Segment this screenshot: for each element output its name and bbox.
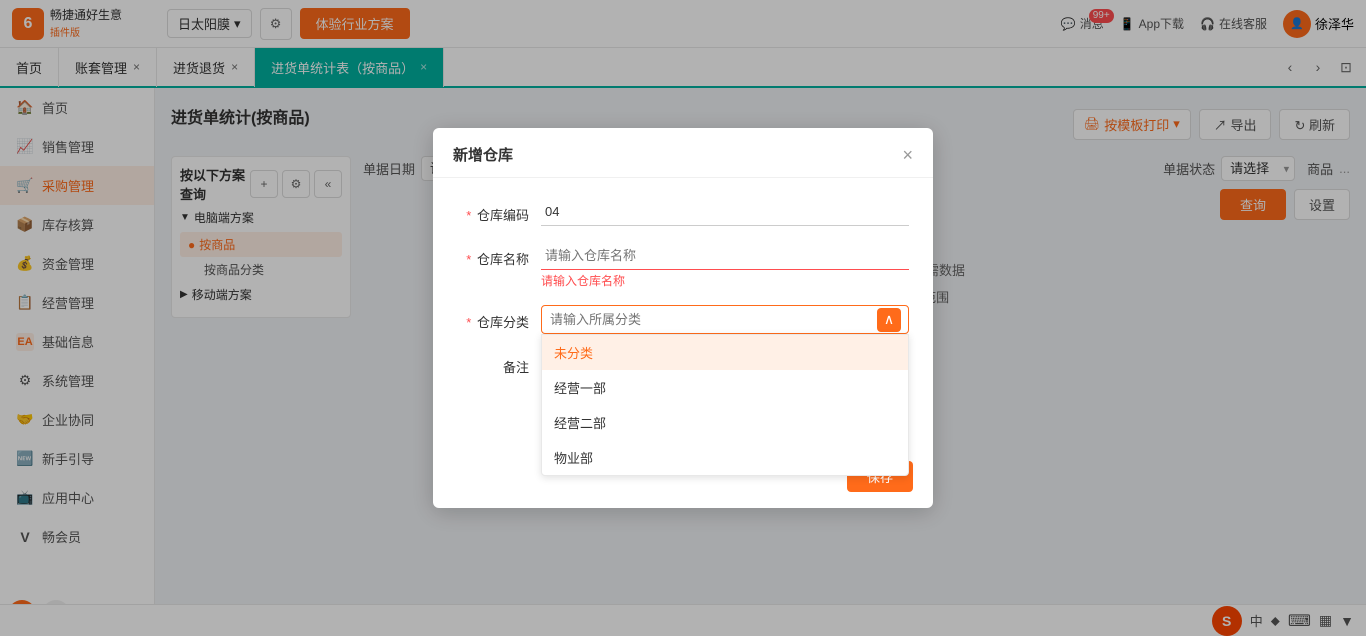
category-dropdown-list: 未分类 经营一部 经营二部 物业部 [541, 334, 909, 476]
name-input[interactable] [541, 242, 909, 270]
option-uncategorized[interactable]: 未分类 [542, 335, 908, 370]
form-row-name: * 仓库名称 请输入仓库名称 [457, 242, 909, 289]
modal-close-button[interactable]: × [902, 146, 913, 164]
category-input[interactable] [541, 305, 909, 334]
option-property[interactable]: 物业部 [542, 440, 908, 475]
note-label: 备注 [457, 350, 529, 376]
form-row-code: * 仓库编码 [457, 198, 909, 226]
name-error-message: 请输入仓库名称 [541, 272, 909, 289]
option-operations-2[interactable]: 经营二部 [542, 405, 908, 440]
category-label: * 仓库分类 [457, 305, 529, 331]
category-dropdown-toggle[interactable]: ∧ [877, 308, 901, 332]
modal-overlay: 新增仓库 × * 仓库编码 * 仓库名称 [0, 0, 1366, 636]
modal-header: 新增仓库 × [433, 128, 933, 178]
modal-add-warehouse: 新增仓库 × * 仓库编码 * 仓库名称 [433, 128, 933, 508]
modal-title: 新增仓库 [453, 144, 513, 165]
code-label: * 仓库编码 [457, 198, 529, 224]
name-label: * 仓库名称 [457, 242, 529, 268]
form-row-category: * 仓库分类 ∧ 未分类 经营一部 经营二部 物业部 [457, 305, 909, 334]
category-dropdown-wrap: ∧ 未分类 经营一部 经营二部 物业部 [541, 305, 909, 334]
code-input[interactable] [541, 198, 909, 226]
modal-body: * 仓库编码 * 仓库名称 请输入仓库名称 [433, 178, 933, 449]
option-operations-1[interactable]: 经营一部 [542, 370, 908, 405]
